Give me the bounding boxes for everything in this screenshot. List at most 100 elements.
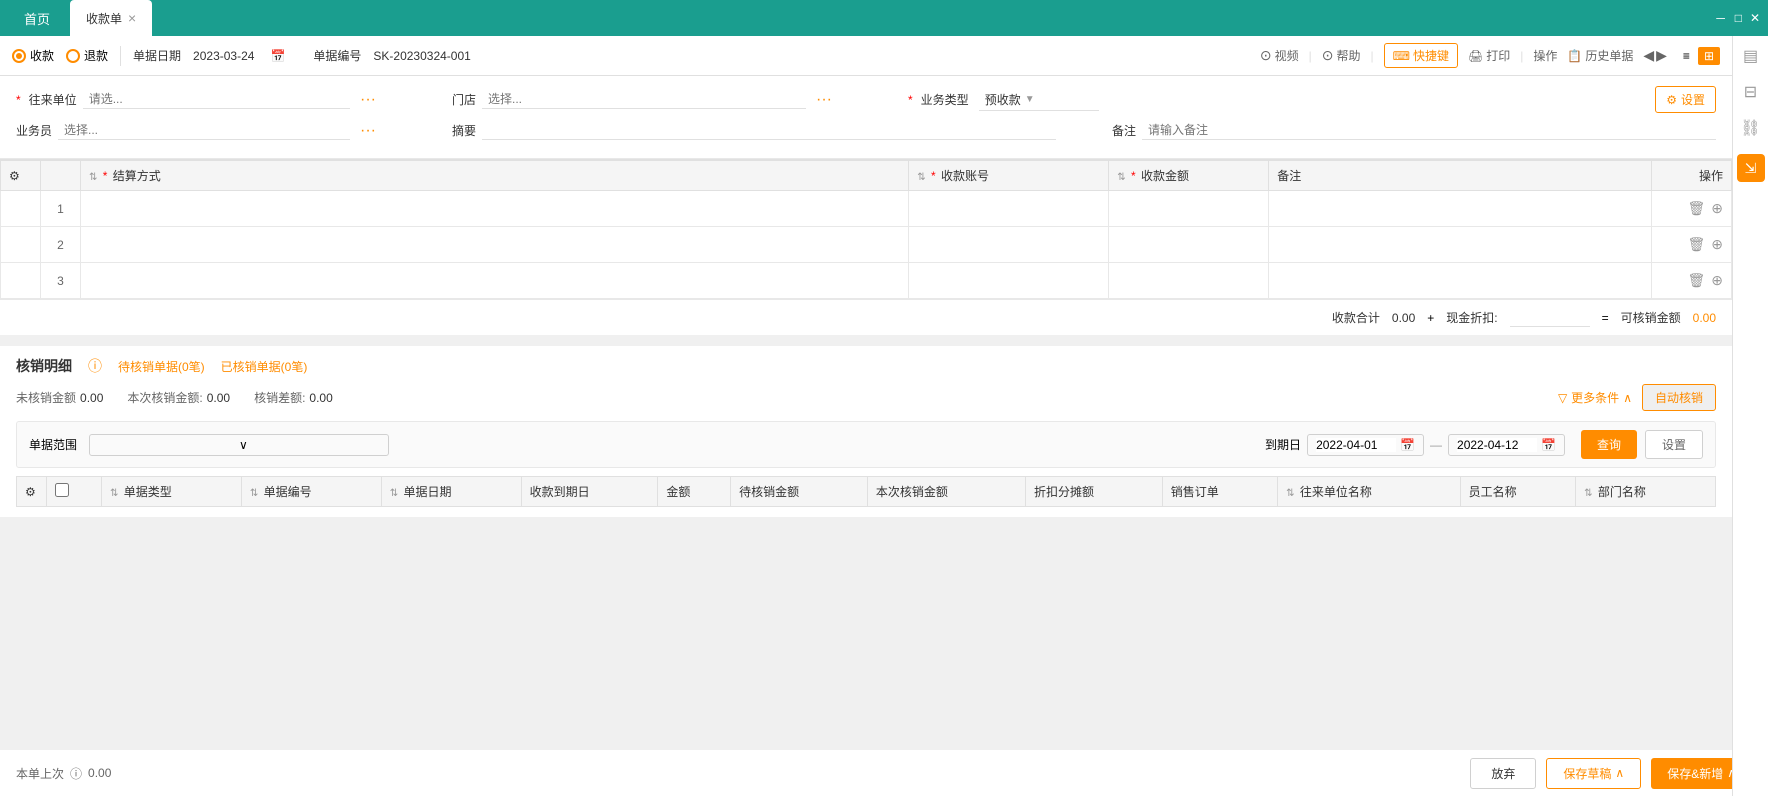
sidebar-icon-table[interactable]: ▤ bbox=[1743, 46, 1758, 66]
radio-shouquan[interactable]: 收款 bbox=[12, 47, 54, 64]
copy-icon[interactable]: ⊕ bbox=[1711, 272, 1723, 289]
date-to-input[interactable] bbox=[1457, 438, 1537, 452]
sidebar-icon-link[interactable]: ⛓ bbox=[1740, 118, 1760, 138]
summary-label: 摘要 bbox=[452, 122, 476, 139]
row-remark-cell[interactable] bbox=[1269, 263, 1652, 299]
row-remark-cell[interactable] bbox=[1269, 227, 1652, 263]
row-remark-cell[interactable] bbox=[1269, 191, 1652, 227]
col-discount-share: 折扣分摊额 bbox=[1025, 477, 1162, 507]
counterpart-field: * 往来单位 ··· bbox=[16, 90, 376, 109]
range-label: 单据范围 bbox=[29, 436, 77, 453]
tab-home[interactable]: 首页 bbox=[8, 0, 66, 36]
row-settle-cell[interactable] bbox=[81, 263, 909, 299]
calendar-to-icon[interactable]: 📅 bbox=[1541, 438, 1556, 452]
biztype-select[interactable]: 预收款 ▼ bbox=[979, 89, 1099, 111]
staff-more-icon[interactable]: ··· bbox=[360, 123, 376, 139]
col-counterpart-name: ⇅ 往来单位名称 bbox=[1278, 477, 1460, 507]
prev-arrow[interactable]: ◀ bbox=[1643, 47, 1654, 64]
uncancelled-stat: 未核销金额 0.00 bbox=[16, 389, 103, 406]
row-account-cell[interactable] bbox=[909, 263, 1109, 299]
table-settings-icon[interactable]: ⚙ bbox=[25, 485, 36, 499]
col-action: 操作 bbox=[1652, 161, 1732, 191]
row-amount-cell[interactable] bbox=[1109, 227, 1269, 263]
biztype-value: 预收款 bbox=[985, 91, 1021, 108]
save-draft-btn[interactable]: 保存草稿 ∧ bbox=[1546, 758, 1641, 789]
sidebar-icon-doc[interactable]: ⊟ bbox=[1744, 82, 1757, 102]
delete-icon[interactable]: 🗑 bbox=[1687, 200, 1705, 217]
store-more-icon[interactable]: ··· bbox=[816, 92, 832, 108]
col-receipt-due: 收款到期日 bbox=[521, 477, 658, 507]
more-filter-link[interactable]: ▽ 更多条件 ∧ bbox=[1558, 389, 1632, 406]
pending-tab[interactable]: 待核销单据(0笔) bbox=[118, 358, 205, 375]
list-view-btn[interactable]: ≡ bbox=[1677, 47, 1696, 65]
print-icon: 🖨 bbox=[1468, 49, 1483, 63]
counterpart-more-icon[interactable]: ··· bbox=[360, 92, 376, 108]
col-doc-type: ⇅ 单据类型 bbox=[102, 477, 242, 507]
radio-tuiquan[interactable]: 退款 bbox=[66, 47, 108, 64]
col-account: ⇅ * 收款账号 bbox=[909, 161, 1109, 191]
date-to-label: 到期日 bbox=[1265, 436, 1301, 453]
next-arrow[interactable]: ▶ bbox=[1656, 47, 1667, 64]
table-settings-col[interactable]: ⚙ bbox=[1, 161, 41, 191]
discount-input[interactable] bbox=[1510, 308, 1590, 327]
radio-dot-shouquan bbox=[12, 49, 26, 63]
copy-icon[interactable]: ⊕ bbox=[1711, 200, 1723, 217]
abandon-btn[interactable]: 放弃 bbox=[1470, 758, 1536, 789]
col-doc-date: ⇅ 单据日期 bbox=[381, 477, 521, 507]
summary-input[interactable] bbox=[482, 121, 1056, 140]
history-btn[interactable]: 📋 历史单据 bbox=[1567, 47, 1633, 64]
copy-icon[interactable]: ⊕ bbox=[1711, 236, 1723, 253]
staff-input[interactable] bbox=[58, 121, 350, 140]
help-btn[interactable]: ⊙ 帮助 bbox=[1322, 47, 1361, 64]
restore-btn[interactable]: □ bbox=[1735, 11, 1742, 25]
history-icon: 📋 bbox=[1567, 49, 1582, 63]
filter-icon: ▽ bbox=[1558, 391, 1567, 405]
calendar-icon[interactable]: 📅 bbox=[270, 49, 285, 63]
remark-field: 备注 bbox=[1112, 121, 1716, 140]
row-settle-cell[interactable] bbox=[81, 191, 909, 227]
counterpart-input[interactable] bbox=[83, 90, 350, 109]
grid-view-btn[interactable]: ⊞ bbox=[1698, 47, 1720, 65]
date-from-input-group: 📅 bbox=[1307, 434, 1424, 456]
row-amount-cell[interactable] bbox=[1109, 191, 1269, 227]
remark-input[interactable] bbox=[1142, 121, 1716, 140]
date-range-group: 到期日 📅 — 📅 bbox=[1265, 434, 1565, 456]
staff-field: 业务员 ··· bbox=[16, 121, 376, 140]
settings-button[interactable]: ⚙ 设置 bbox=[1655, 86, 1716, 113]
store-input[interactable] bbox=[482, 90, 806, 109]
query-btn[interactable]: 查询 bbox=[1581, 430, 1637, 459]
row-account-cell[interactable] bbox=[909, 227, 1109, 263]
diff-stat: 核销差额: 0.00 bbox=[254, 389, 333, 406]
row-settle-cell[interactable] bbox=[81, 227, 909, 263]
settings-small-btn[interactable]: 设置 bbox=[1645, 430, 1703, 459]
delete-icon[interactable]: 🗑 bbox=[1687, 236, 1705, 253]
row-action-cell: 🗑 ⊕ bbox=[1652, 227, 1732, 263]
verify-title: 核销明细 bbox=[16, 356, 72, 376]
date-from-input[interactable] bbox=[1316, 438, 1396, 452]
sidebar-icon-active[interactable]: ⇲ bbox=[1737, 154, 1765, 182]
available-label: 可核销金额 bbox=[1621, 309, 1681, 326]
table-row: 3 🗑 ⊕ bbox=[1, 263, 1732, 299]
verify-info-icon[interactable]: ⓘ bbox=[88, 356, 102, 376]
tab-close-icon[interactable]: × bbox=[128, 10, 136, 26]
range-select[interactable]: ∨ bbox=[89, 434, 389, 456]
radio-dot-tuiquan bbox=[66, 49, 80, 63]
total-label: 收款合计 bbox=[1332, 309, 1380, 326]
auto-verify-btn[interactable]: 自动核销 bbox=[1642, 384, 1716, 411]
col-remark: 备注 bbox=[1269, 161, 1652, 191]
table-num-col bbox=[41, 161, 81, 191]
checkbox-all[interactable] bbox=[55, 483, 69, 497]
print-btn[interactable]: 🖨 打印 bbox=[1468, 47, 1510, 64]
minimize-btn[interactable]: － bbox=[1715, 10, 1727, 27]
delete-icon[interactable]: 🗑 bbox=[1687, 272, 1705, 289]
row-account-cell[interactable] bbox=[909, 191, 1109, 227]
range-field: 单据范围 ∨ bbox=[29, 434, 1249, 456]
calendar-from-icon[interactable]: 📅 bbox=[1400, 438, 1415, 452]
tab-active[interactable]: 收款单 × bbox=[70, 0, 152, 36]
close-btn[interactable]: ✕ bbox=[1750, 11, 1760, 25]
shortcut-btn[interactable]: ⌨ 快捷键 bbox=[1384, 43, 1458, 68]
video-btn[interactable]: ⊙ 视频 bbox=[1260, 47, 1299, 64]
ops-btn[interactable]: 操作 bbox=[1533, 47, 1557, 64]
done-tab[interactable]: 已核销单据(0笔) bbox=[221, 358, 308, 375]
row-amount-cell[interactable] bbox=[1109, 263, 1269, 299]
